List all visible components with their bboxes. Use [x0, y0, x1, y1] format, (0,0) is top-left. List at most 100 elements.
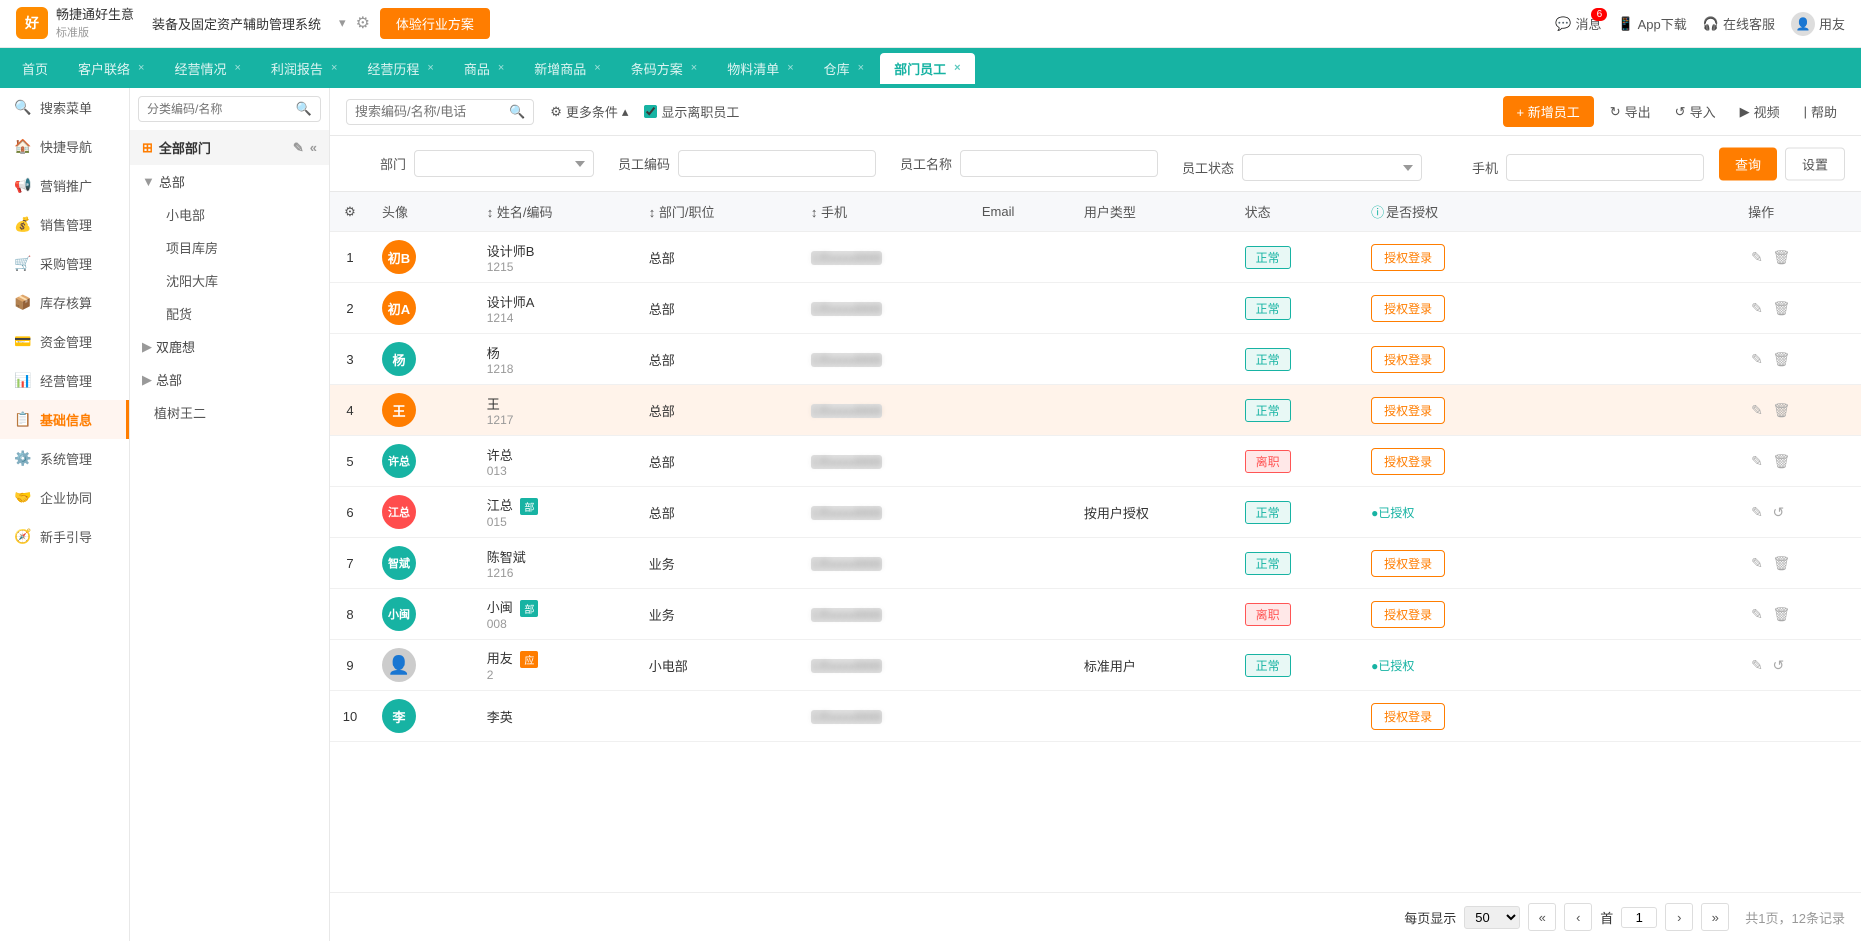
edit-btn-row5[interactable]: ✎ [1751, 453, 1763, 469]
trial-button[interactable]: 体验行业方案 [380, 8, 490, 39]
edit-btn-row7[interactable]: ✎ [1751, 555, 1763, 571]
auth-btn-row8[interactable]: 授权登录 [1371, 601, 1445, 628]
online-service-button[interactable]: 🎧 在线客服 [1703, 14, 1775, 33]
tab-home[interactable]: 首页 [8, 53, 62, 84]
delete-btn-row2[interactable]: 🗑 [1772, 300, 1790, 316]
tab-profit[interactable]: 利润报告 × [257, 53, 351, 84]
sidebar-item-inventory[interactable]: 📦 库存核算 [0, 283, 129, 322]
filter-emp-name-input[interactable] [960, 150, 1158, 177]
auth-btn-row4[interactable]: 授权登录 [1371, 397, 1445, 424]
query-button[interactable]: 查询 [1719, 147, 1777, 180]
user-avatar-button[interactable]: 👤 用友 [1791, 12, 1845, 36]
sidebar-item-nav[interactable]: 🏠 快捷导航 [0, 127, 129, 166]
filter-phone-input[interactable] [1506, 154, 1704, 181]
message-button[interactable]: 💬 消息 6 [1555, 14, 1601, 33]
per-page-select[interactable]: 50 100 [1464, 906, 1520, 929]
sidebar-item-operation-mgmt[interactable]: 📊 经营管理 [0, 361, 129, 400]
sidebar-item-system[interactable]: ⚙️ 系统管理 [0, 439, 129, 478]
show-resigned-input[interactable] [644, 105, 657, 118]
col-settings[interactable]: ⚙ [330, 192, 370, 232]
tab-goods[interactable]: 商品 × [450, 53, 518, 84]
pagination-next-btn[interactable]: › [1665, 903, 1693, 931]
dept-search-input[interactable] [147, 102, 292, 116]
tab-barcode-close[interactable]: × [691, 62, 697, 74]
export-button[interactable]: ↻ 导出 [1602, 98, 1659, 125]
delete-btn-row4[interactable]: 🗑 [1772, 402, 1790, 418]
dept-settings-icon[interactable]: ✎ [293, 140, 304, 156]
auth-btn-row3[interactable]: 授权登录 [1371, 346, 1445, 373]
sidebar-item-guide[interactable]: 🧭 新手引导 [0, 517, 129, 556]
delete-btn-row6[interactable]: ↺ [1772, 504, 1784, 520]
pagination-last-btn[interactable]: » [1701, 903, 1729, 931]
sidebar-item-sales[interactable]: 💰 销售管理 [0, 205, 129, 244]
delete-btn-row1[interactable]: 🗑 [1772, 249, 1790, 265]
filter-emp-code-input[interactable] [678, 150, 876, 177]
tab-warehouse[interactable]: 仓库 × [810, 53, 878, 84]
search-input[interactable] [355, 104, 505, 119]
help-button[interactable]: | 帮助 [1796, 98, 1845, 125]
tab-add-goods[interactable]: 新增商品 × [520, 53, 614, 84]
tab-bom-close[interactable]: × [787, 62, 793, 74]
tab-employee-close[interactable]: × [954, 62, 960, 74]
edit-btn-row1[interactable]: ✎ [1751, 249, 1763, 265]
search-icon[interactable]: 🔍 [509, 104, 525, 120]
settings-icon[interactable]: ⚙ [356, 13, 370, 33]
dept-item-xdb[interactable]: 小电部 [142, 198, 329, 231]
tab-bom[interactable]: 物料清单 × [713, 53, 807, 84]
sidebar-item-basic-info[interactable]: 📋 基础信息 [0, 400, 129, 439]
tab-goods-close[interactable]: × [498, 62, 504, 74]
view-button[interactable]: ▶ 视频 [1732, 98, 1788, 125]
edit-btn-row4[interactable]: ✎ [1751, 402, 1763, 418]
dept-parent-zb[interactable]: ▶ 总部 [130, 363, 329, 396]
edit-btn-row2[interactable]: ✎ [1751, 300, 1763, 316]
dept-all-button[interactable]: ⊞ 全部部门 ✎ « [130, 130, 329, 165]
pagination-first-btn[interactable]: « [1528, 903, 1556, 931]
tab-journey-close[interactable]: × [427, 62, 433, 74]
delete-btn-row5[interactable]: 🗑 [1772, 453, 1790, 469]
dept-item-sydk[interactable]: 沈阳大库 [142, 264, 329, 297]
sidebar-item-purchase[interactable]: 🛒 采购管理 [0, 244, 129, 283]
tab-customer-close[interactable]: × [138, 62, 144, 74]
filter-dept-select[interactable] [414, 150, 594, 177]
filter-status-select[interactable] [1242, 154, 1422, 181]
col-name[interactable]: ↕ 姓名/编码 [475, 192, 637, 232]
dept-parent-slx[interactable]: ▶ 双鹿想 [130, 330, 329, 363]
edit-btn-row6[interactable]: ✎ [1751, 504, 1763, 520]
tab-barcode[interactable]: 条码方案 × [617, 53, 711, 84]
system-title-dropdown-icon[interactable]: ▾ [339, 15, 346, 31]
reset-button[interactable]: 设置 [1785, 147, 1845, 180]
tab-journey[interactable]: 经营历程 × [353, 53, 447, 84]
auth-btn-row5[interactable]: 授权登录 [1371, 448, 1445, 475]
edit-btn-row9[interactable]: ✎ [1751, 657, 1763, 673]
auth-btn-row2[interactable]: 授权登录 [1371, 295, 1445, 322]
add-employee-button[interactable]: + 新增员工 [1503, 96, 1594, 127]
delete-btn-row7[interactable]: 🗑 [1772, 555, 1790, 571]
auth-btn-row7[interactable]: 授权登录 [1371, 550, 1445, 577]
tab-operation[interactable]: 经营情况 × [160, 53, 254, 84]
tab-add-goods-close[interactable]: × [594, 62, 600, 74]
dept-item-xmkf[interactable]: 项目库房 [142, 231, 329, 264]
tab-employee[interactable]: 部门员工 × [880, 53, 974, 84]
delete-btn-row8[interactable]: 🗑 [1772, 606, 1790, 622]
page-number-input[interactable] [1621, 907, 1657, 928]
delete-btn-row3[interactable]: 🗑 [1772, 351, 1790, 367]
dept-item-zswez[interactable]: 植树王二 [130, 396, 329, 429]
sidebar-item-marketing[interactable]: 📢 营销推广 [0, 166, 129, 205]
dept-collapse-icon[interactable]: « [310, 140, 317, 155]
show-resigned-checkbox[interactable]: 显示离职员工 [644, 102, 739, 121]
tab-operation-close[interactable]: × [234, 62, 240, 74]
more-conditions-button[interactable]: ⚙ 更多条件 ▴ [542, 98, 636, 125]
col-phone[interactable]: ↕ 手机 [799, 192, 970, 232]
import-button[interactable]: ↺ 导入 [1667, 98, 1724, 125]
dept-parent-hq[interactable]: ▼ 总部 [130, 165, 329, 198]
tab-customer[interactable]: 客户联络 × [64, 53, 158, 84]
edit-btn-row8[interactable]: ✎ [1751, 606, 1763, 622]
sidebar-item-finance[interactable]: 💳 资金管理 [0, 322, 129, 361]
app-download-button[interactable]: 📱 App下载 [1617, 14, 1686, 33]
delete-btn-row9[interactable]: ↺ [1772, 657, 1784, 673]
edit-btn-row3[interactable]: ✎ [1751, 351, 1763, 367]
col-dept[interactable]: ↕ 部门/职位 [637, 192, 799, 232]
tab-warehouse-close[interactable]: × [858, 62, 864, 74]
sidebar-item-collab[interactable]: 🤝 企业协同 [0, 478, 129, 517]
auth-btn-row10[interactable]: 授权登录 [1371, 703, 1445, 730]
